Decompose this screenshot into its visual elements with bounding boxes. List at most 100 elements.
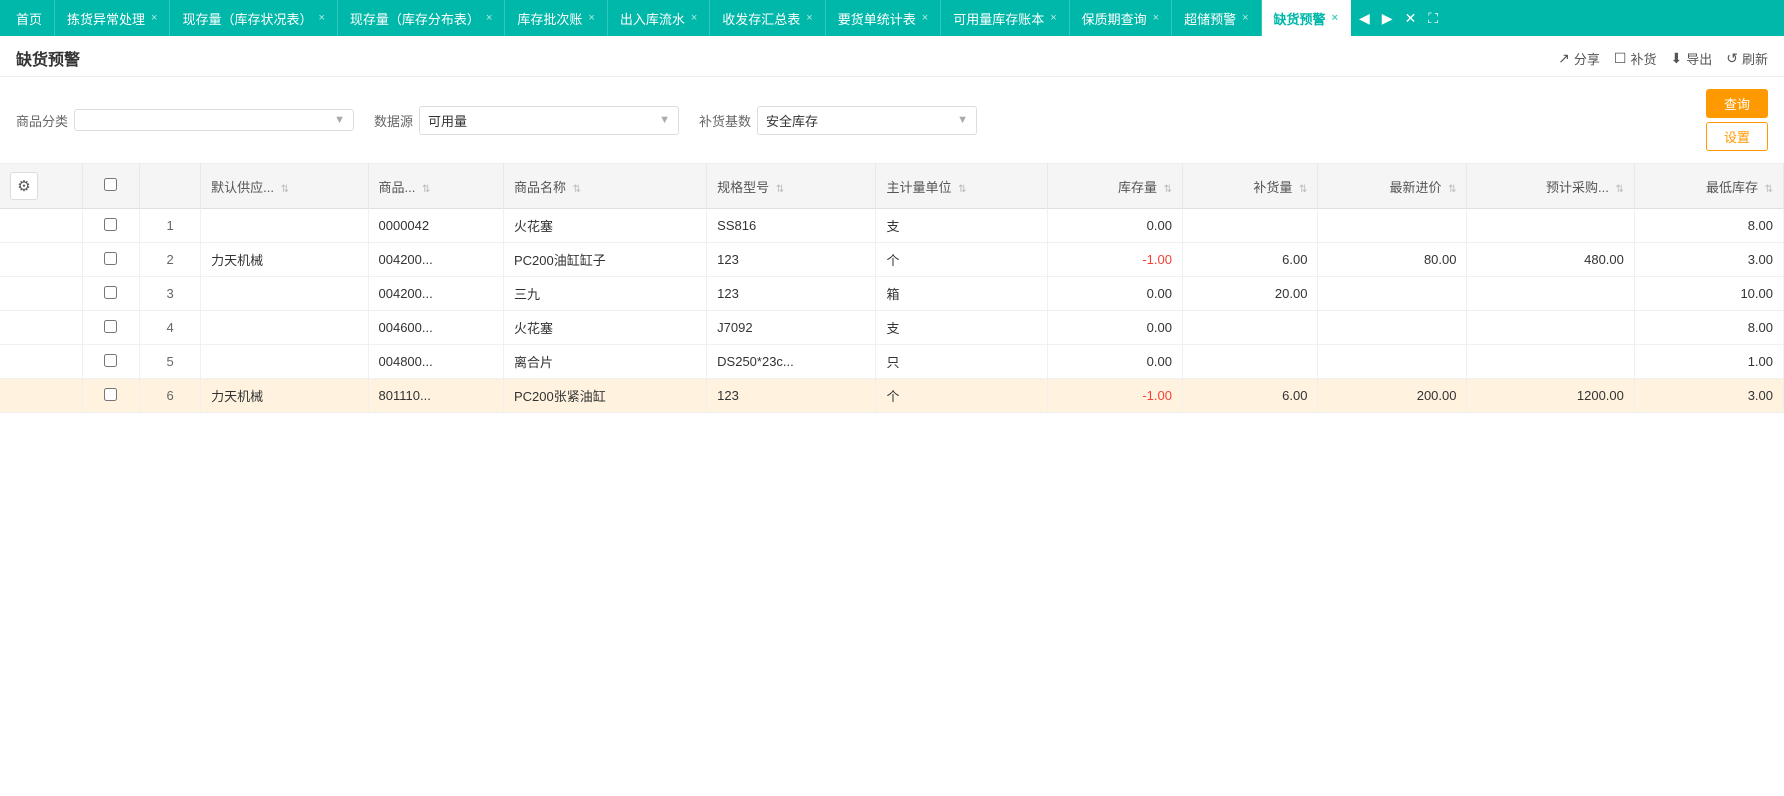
row-checkbox-cell [82,345,140,379]
row-num-cell: 1 [140,209,201,243]
tab-close-available-ledger[interactable]: × [1050,12,1056,24]
row-checkbox[interactable] [104,252,117,265]
table-header-row: ⚙ 默认供应... ⇅ 商品... ⇅ 商品名称 [0,164,1784,209]
col-header-replenish[interactable]: 补货量 ⇅ [1182,164,1317,209]
tab-prev-button[interactable]: ◀ [1353,8,1376,29]
col-header-name[interactable]: 商品名称 ⇅ [503,164,706,209]
export-button[interactable]: ⬇ 导出 [1671,49,1713,68]
table-row: 5 004800... 离合片 DS250*23c... 只 0.00 1.00 [0,345,1784,379]
row-checkbox[interactable] [104,218,117,231]
replenish-base-select[interactable]: 安全库存 ▼ [757,106,977,135]
tab-shortage[interactable]: 缺货预警 × [1262,0,1351,36]
col-header-latest-price[interactable]: 最新进价 ⇅ [1318,164,1467,209]
row-name-cell: 火花塞 [503,311,706,345]
row-code-cell: 0000042 [368,209,503,243]
col-header-checkbox [82,164,140,209]
row-min-stock-cell: 8.00 [1634,311,1783,345]
row-supplier-cell [201,209,368,243]
row-checkbox-cell [82,379,140,413]
gear-button[interactable]: ⚙ [10,172,38,200]
tab-next-button[interactable]: ▶ [1376,8,1399,29]
row-stock-cell: 0.00 [1047,277,1182,311]
col-header-unit[interactable]: 主计量单位 ⇅ [876,164,1047,209]
row-checkbox[interactable] [104,388,117,401]
tab-home[interactable]: 首页 [4,0,55,36]
tab-overstock[interactable]: 超储预警 × [1172,0,1261,36]
spec-sort-icon: ⇅ [776,184,784,195]
datasource-select[interactable]: 可用量 ▼ [419,106,679,135]
tab-close-receive-summary[interactable]: × [806,12,812,24]
share-button[interactable]: ↗ 分享 [1558,49,1600,68]
row-stock-cell: -1.00 [1047,379,1182,413]
col-header-min-stock[interactable]: 最低库存 ⇅ [1634,164,1783,209]
tab-inventory-dist[interactable]: 现存量（库存分布表） × [338,0,505,36]
tab-close-refine[interactable]: × [151,12,157,24]
row-checkbox-cell [82,209,140,243]
tab-close-all-button[interactable]: ✕ [1399,8,1423,29]
tab-expiry-query[interactable]: 保质期查询 × [1070,0,1172,36]
col-header-supplier[interactable]: 默认供应... ⇅ [201,164,368,209]
row-unit-cell: 箱 [876,277,1047,311]
tab-fullscreen-button[interactable]: ⛶ [1422,8,1444,29]
row-code-cell: 004200... [368,277,503,311]
col-header-code[interactable]: 商品... ⇅ [368,164,503,209]
row-num-cell: 6 [140,379,201,413]
row-stock-cell: 0.00 [1047,311,1182,345]
page-header: 缺货预警 ↗ 分享 ☐ 补货 ⬇ 导出 ↺ 刷新 [0,36,1784,77]
row-est-purchase-cell: 1200.00 [1467,379,1634,413]
row-checkbox[interactable] [104,320,117,333]
row-num-cell: 4 [140,311,201,345]
tab-close-expiry-query[interactable]: × [1153,12,1159,24]
tab-close-inventory-status[interactable]: × [318,12,324,24]
replenish-button[interactable]: ☐ 补货 [1614,49,1657,68]
row-gear-cell [0,243,82,277]
query-button[interactable]: 查询 [1706,89,1768,118]
row-unit-cell: 个 [876,379,1047,413]
tab-refine[interactable]: 拣货异常处理 × [55,0,170,36]
category-select[interactable]: ▼ [74,109,354,131]
row-unit-cell: 支 [876,311,1047,345]
settings-button[interactable]: 设置 [1706,122,1768,151]
export-icon: ⬇ [1671,50,1683,67]
filter-category-group: 商品分类 ▼ [16,109,354,131]
row-unit-cell: 个 [876,243,1047,277]
row-min-stock-cell: 10.00 [1634,277,1783,311]
page-content: 缺货预警 ↗ 分享 ☐ 补货 ⬇ 导出 ↺ 刷新 商品分类 [0,36,1784,796]
select-all-checkbox[interactable] [104,178,117,191]
tab-available-ledger[interactable]: 可用量库存账本 × [941,0,1069,36]
tab-close-inout-flow[interactable]: × [691,12,697,24]
tab-order-stat[interactable]: 要货单统计表 × [826,0,941,36]
row-stock-cell: -1.00 [1047,243,1182,277]
row-gear-cell [0,277,82,311]
row-spec-cell: DS250*23c... [707,345,876,379]
tab-close-inventory-dist[interactable]: × [486,12,492,24]
refresh-button[interactable]: ↺ 刷新 [1726,49,1768,68]
tab-close-batch-account[interactable]: × [588,12,594,24]
tab-close-overstock[interactable]: × [1242,12,1248,24]
row-name-cell: 离合片 [503,345,706,379]
tab-inout-flow[interactable]: 出入库流水 × [608,0,710,36]
row-num-cell: 5 [140,345,201,379]
col-header-stock[interactable]: 库存量 ⇅ [1047,164,1182,209]
tab-close-shortage[interactable]: × [1332,12,1338,24]
col-header-gear: ⚙ [0,164,82,209]
row-replenish-cell [1182,345,1317,379]
col-header-spec[interactable]: 规格型号 ⇅ [707,164,876,209]
row-checkbox[interactable] [104,286,117,299]
row-code-cell: 004200... [368,243,503,277]
row-latest-price-cell [1318,345,1467,379]
row-supplier-cell: 力天机械 [201,243,368,277]
row-gear-cell [0,209,82,243]
replenish-base-chevron-icon: ▼ [957,114,968,126]
table-row: 4 004600... 火花塞 J7092 支 0.00 8.00 [0,311,1784,345]
tab-close-order-stat[interactable]: × [922,12,928,24]
tab-inventory-status[interactable]: 现存量（库存状况表） × [170,0,337,36]
row-name-cell: 三九 [503,277,706,311]
row-checkbox[interactable] [104,354,117,367]
row-checkbox-cell [82,243,140,277]
tab-batch-account[interactable]: 库存批次账 × [505,0,607,36]
col-header-est-purchase[interactable]: 预计采购... ⇅ [1467,164,1634,209]
row-replenish-cell: 6.00 [1182,243,1317,277]
row-est-purchase-cell [1467,277,1634,311]
tab-receive-summary[interactable]: 收发存汇总表 × [710,0,825,36]
